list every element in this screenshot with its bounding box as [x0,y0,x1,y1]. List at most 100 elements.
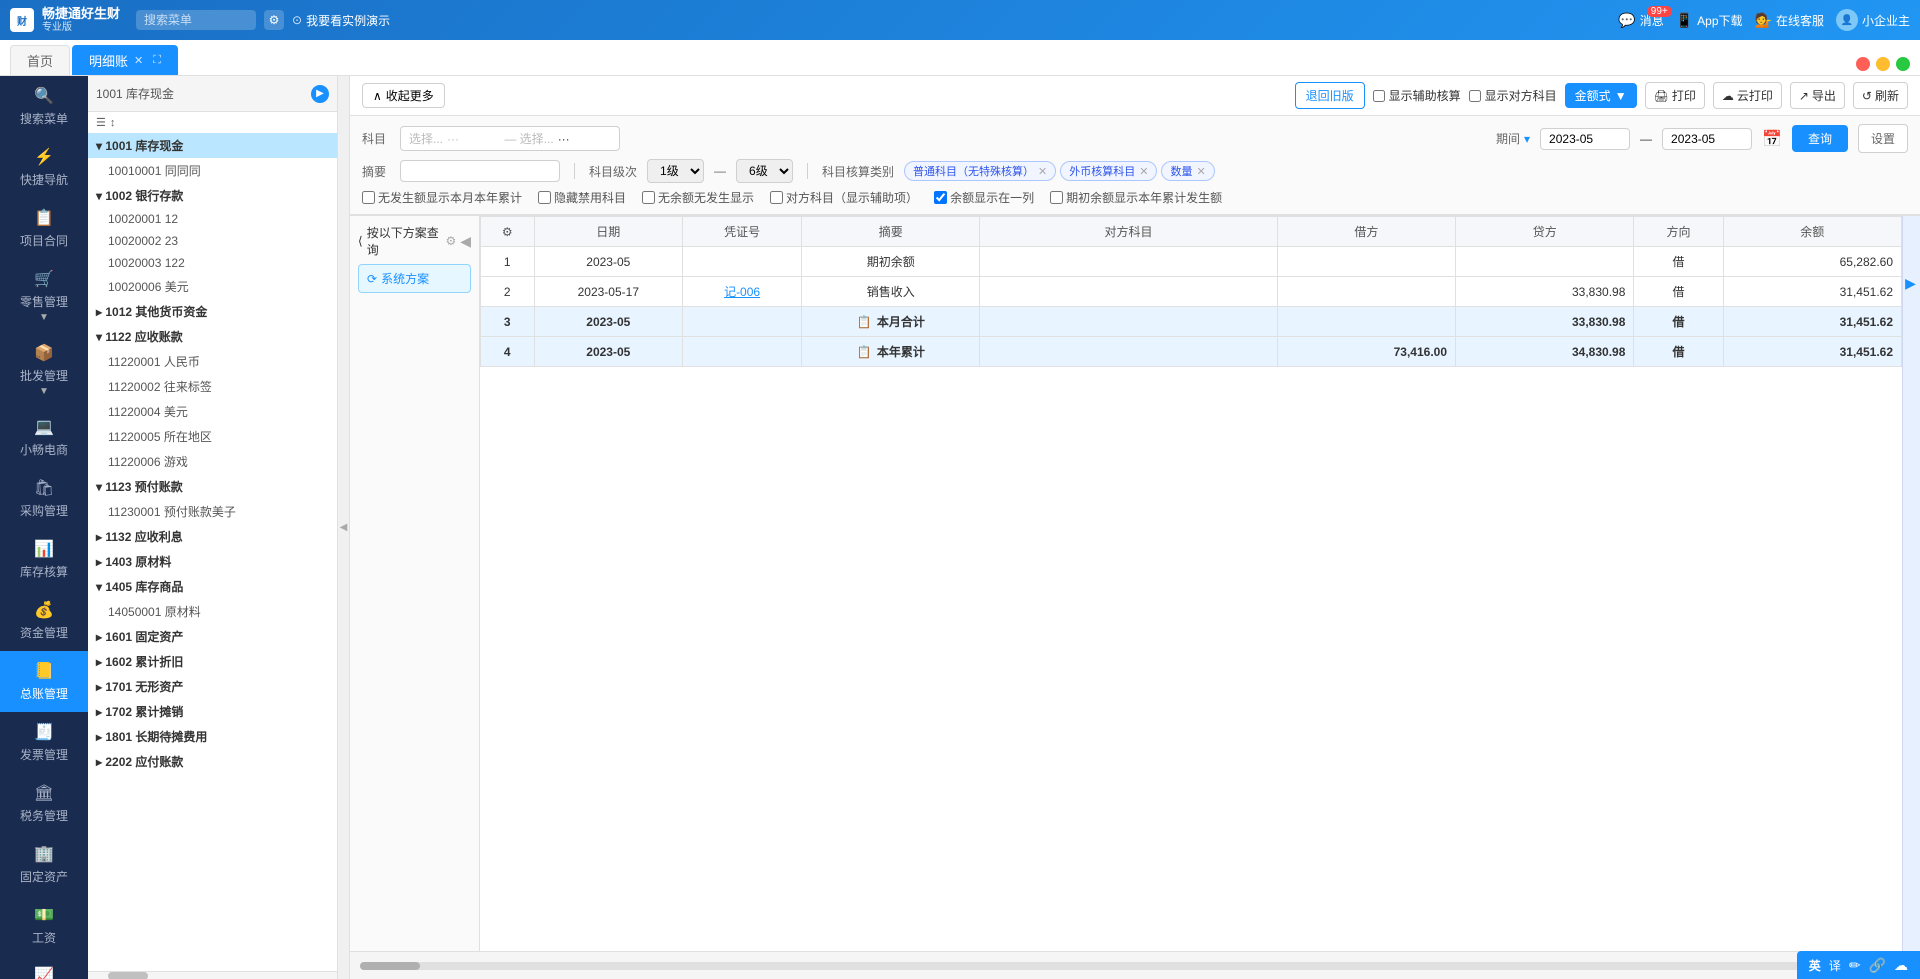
sidebar-item-inventory[interactable]: 📊 库存核算 [0,529,88,590]
refresh-button[interactable]: ↺ 刷新 [1853,82,1908,109]
tree-item-10020003[interactable]: 10020003 122 [88,252,337,274]
th-settings[interactable]: ⚙ [481,217,535,247]
tree-item-11220004[interactable]: 11220004 美元 [88,399,337,424]
tree-item-11220006[interactable]: 11220006 游戏 [88,449,337,474]
tree-item-1801[interactable]: ▸ 1801 长期待摊费用 [88,724,337,749]
online-service-button[interactable]: 💁 在线客服 [1755,12,1824,29]
sidebar-item-ledger[interactable]: 📒 总账管理 [0,651,88,712]
level-from-select[interactable]: 1级2级3级 [647,159,704,183]
cloud-print-button[interactable]: ☁ 云打印 [1713,82,1782,109]
tree-item-2202[interactable]: ▸ 2202 应付账款 [88,749,337,774]
date-from-input[interactable] [1540,128,1630,150]
subject-input-wrap[interactable]: 选择... ··· — 选择... ··· [400,126,620,151]
remove-tag-qty[interactable]: ✕ [1196,165,1205,178]
sort-icon[interactable]: ↕ [110,117,116,129]
translate-zh-btn[interactable]: 译 [1829,957,1841,974]
checkbox-contra[interactable]: 对方科目（显示辅助项） [770,189,918,206]
back-old-button[interactable]: 退回旧版 [1295,82,1365,109]
tree-item-11220005[interactable]: 11220005 所在地区 [88,424,337,449]
system-scheme-item[interactable]: ⟳ 系统方案 [358,264,471,293]
win-close-button[interactable] [1856,57,1870,71]
calendar-icon[interactable]: 📅 [1762,129,1782,149]
tree-item-1701[interactable]: ▸ 1701 无形资产 [88,674,337,699]
tree-item-1012[interactable]: ▸ 1012 其他货币资金 [88,299,337,324]
tree-item-11220001[interactable]: 11220001 人民币 [88,349,337,374]
show-contra-checkbox[interactable]: 显示对方科目 [1469,87,1557,104]
sidebar-item-purchase[interactable]: 🛍 采购管理 [0,468,88,529]
left-collapse-toggle[interactable]: ◀ [338,76,350,979]
edit-icon-status[interactable]: ✏ [1849,957,1861,974]
sidebar-item-retail[interactable]: 🛒 零售管理 ▼ [0,259,88,333]
level-to-select[interactable]: 6级5级 [736,159,793,183]
tree-item-11220002[interactable]: 11220002 往来标签 [88,374,337,399]
tree-item-1001[interactable]: ▾ 1001 库存现金 [88,133,337,158]
export-button[interactable]: ↗ 导出 [1790,82,1845,109]
win-max-button[interactable] [1896,57,1910,71]
horizontal-scrollbar[interactable] [360,962,1910,970]
sidebar-item-quicknav[interactable]: ⚡ 快捷导航 [0,137,88,198]
tree-item-1602[interactable]: ▸ 1602 累计折旧 [88,649,337,674]
checkbox-hide-disabled[interactable]: 隐藏禁用科目 [538,189,626,206]
cloud-icon-status[interactable]: ☁ [1894,957,1908,974]
sidebar-item-invoice[interactable]: 🧾 发票管理 [0,712,88,773]
query-button[interactable]: 查询 [1792,125,1848,152]
sidebar-item-ecom[interactable]: 💻 小畅电商 [0,407,88,468]
demo-link[interactable]: ⊙ 我要看实例演示 [292,12,390,29]
show-aux-checkbox[interactable]: 显示辅助核算 [1373,87,1461,104]
tree-item-1601[interactable]: ▸ 1601 固定资产 [88,624,337,649]
translate-btn[interactable]: 英 [1809,957,1821,974]
date-to-input[interactable] [1662,128,1752,150]
tab-home[interactable]: 首页 [10,45,70,75]
more-button[interactable]: ∧ 收起更多 [362,83,445,108]
tree-item-14050001[interactable]: 14050001 原材料 [88,599,337,624]
filter-icon[interactable]: ☰ [96,116,106,129]
query-collapse-icon[interactable]: ◀ [460,233,471,250]
app-download-button[interactable]: 📱 App下载 [1676,12,1743,29]
tree-item-1702[interactable]: ▸ 1702 累计摊销 [88,699,337,724]
sidebar-item-wholesale[interactable]: 📦 批发管理 ▼ [0,333,88,407]
right-panel[interactable]: ▶ [1902,216,1920,951]
remove-tag-normal[interactable]: ✕ [1038,165,1047,178]
print-button[interactable]: 🖨 打印 [1645,82,1705,109]
tab-maximize-icon[interactable]: ⛶ [153,54,161,67]
query-settings-icon[interactable]: ⚙ [445,234,456,248]
sidebar-item-search[interactable]: 🔍 搜索菜单 [0,76,88,137]
tab-close-icon[interactable]: ✕ [134,54,143,67]
settings-icon[interactable]: ⚙ [264,10,284,30]
menu-search-input[interactable] [136,10,256,30]
remove-tag-foreign[interactable]: ✕ [1139,165,1148,178]
tab-detail[interactable]: 明细账 ✕ ⛶ [72,45,178,75]
checkbox-no-amount[interactable]: 无发生额显示本月本年累计 [362,189,522,206]
sidebar-item-tax[interactable]: 🏛 税务管理 [0,773,88,834]
tree-item-10010001[interactable]: 10010001 同同同 [88,158,337,183]
tree-item-10020006[interactable]: 10020006 美元 [88,274,337,299]
user-menu[interactable]: 👤 小企业主 [1836,9,1910,31]
message-button[interactable]: 💬 消息 99+ [1618,12,1663,29]
sidebar-item-payroll[interactable]: 💵 工资 [0,895,88,956]
tree-item-10020001[interactable]: 10020001 12 [88,208,337,230]
period-dropdown[interactable]: ▾ [1524,132,1530,146]
tree-item-11230001[interactable]: 11230001 预付账款美子 [88,499,337,524]
tree-item-1403[interactable]: ▸ 1403 原材料 [88,549,337,574]
checkbox-balance-col[interactable]: 余额显示在一列 [934,189,1034,206]
win-min-button[interactable] [1876,57,1890,71]
link-icon-status[interactable]: 🔗 [1869,957,1886,974]
sidebar-item-assets[interactable]: 🏢 固定资产 [0,834,88,895]
tree-item-1405[interactable]: ▾ 1405 库存商品 [88,574,337,599]
sidebar-item-project[interactable]: 📋 项目合同 [0,198,88,259]
checkbox-ytd[interactable]: 期初余额显示本年累计发生额 [1050,189,1222,206]
settings-button[interactable]: 设置 [1858,124,1908,153]
tree-item-10020002[interactable]: 10020002 23 [88,230,337,252]
tree-item-1002[interactable]: ▾ 1002 银行存款 [88,183,337,208]
format-button[interactable]: 金额式 ▼ [1565,83,1637,108]
row-voucher[interactable]: 记-006 [683,277,802,307]
summary-input[interactable] [400,160,560,182]
account-search-button[interactable]: ▶ [311,85,329,103]
sidebar-item-finance[interactable]: 💰 资金管理 [0,590,88,651]
sidebar-item-ops[interactable]: 📈 经营管理 [0,956,88,979]
tree-item-1123[interactable]: ▾ 1123 预付账款 [88,474,337,499]
account-panel-header: 1001 库存现金 ▶ [88,76,337,112]
tree-item-1132[interactable]: ▸ 1132 应收利息 [88,524,337,549]
tree-item-1122[interactable]: ▾ 1122 应收账款 [88,324,337,349]
checkbox-no-balance[interactable]: 无余额无发生显示 [642,189,754,206]
